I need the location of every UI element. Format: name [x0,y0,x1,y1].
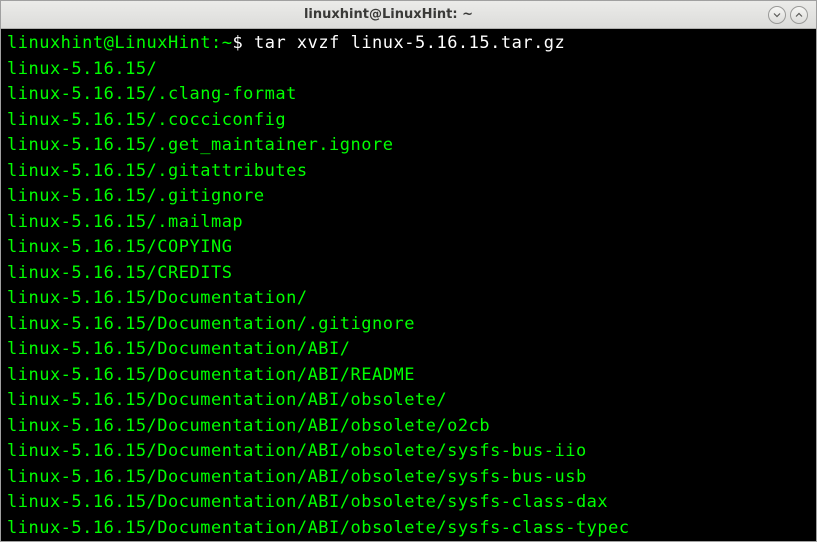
command-input: tar xvzf linux-5.16.15.tar.gz [254,33,565,53]
window-controls [768,6,808,24]
output-line: linux-5.16.15/Documentation/ABI/obsolete… [7,516,810,542]
prompt-colon: : [211,33,222,53]
terminal-body[interactable]: linuxhint@LinuxHint:~$ tar xvzf linux-5.… [1,29,816,541]
output-line: linux-5.16.15/Documentation/ABI/obsolete… [7,414,810,440]
output-line: linux-5.16.15/ [7,57,810,83]
output-line: linux-5.16.15/.mailmap [7,210,810,236]
output-line: linux-5.16.15/.gitattributes [7,159,810,185]
output-line: linux-5.16.15/Documentation/.gitignore [7,312,810,338]
output-line: linux-5.16.15/COPYING [7,235,810,261]
output-line: linux-5.16.15/CREDITS [7,261,810,287]
terminal-window: linuxhint@LinuxHint: ~ linuxhint@LinuxHi… [0,0,817,542]
output-line: linux-5.16.15/.cocciconfig [7,108,810,134]
chevron-down-icon [773,11,781,19]
output-line: linux-5.16.15/Documentation/ABI/obsolete… [7,388,810,414]
output-line: linux-5.16.15/Documentation/ABI/obsolete… [7,439,810,465]
command-line: linuxhint@LinuxHint:~$ tar xvzf linux-5.… [7,31,810,57]
output-line: linux-5.16.15/Documentation/ABI/README [7,363,810,389]
output-line: linux-5.16.15/Documentation/ABI/obsolete… [7,465,810,491]
output-line: linux-5.16.15/.clang-format [7,82,810,108]
output-line: linux-5.16.15/Documentation/ [7,286,810,312]
output-line: linux-5.16.15/Documentation/ABI/ [7,337,810,363]
output-line: linux-5.16.15/Documentation/ABI/obsolete… [7,490,810,516]
output-line: linux-5.16.15/.gitignore [7,184,810,210]
chevron-up-icon [795,11,803,19]
prompt-symbol: $ [232,33,243,53]
prompt-path: ~ [222,33,233,53]
window-title: linuxhint@LinuxHint: ~ [9,7,768,22]
maximize-button[interactable] [790,6,808,24]
minimize-button[interactable] [768,6,786,24]
output-line: linux-5.16.15/.get_maintainer.ignore [7,133,810,159]
prompt-user-host: linuxhint@LinuxHint [7,33,211,53]
titlebar: linuxhint@LinuxHint: ~ [1,1,816,29]
command-text [243,33,254,53]
output-container: linux-5.16.15/linux-5.16.15/.clang-forma… [7,57,810,542]
